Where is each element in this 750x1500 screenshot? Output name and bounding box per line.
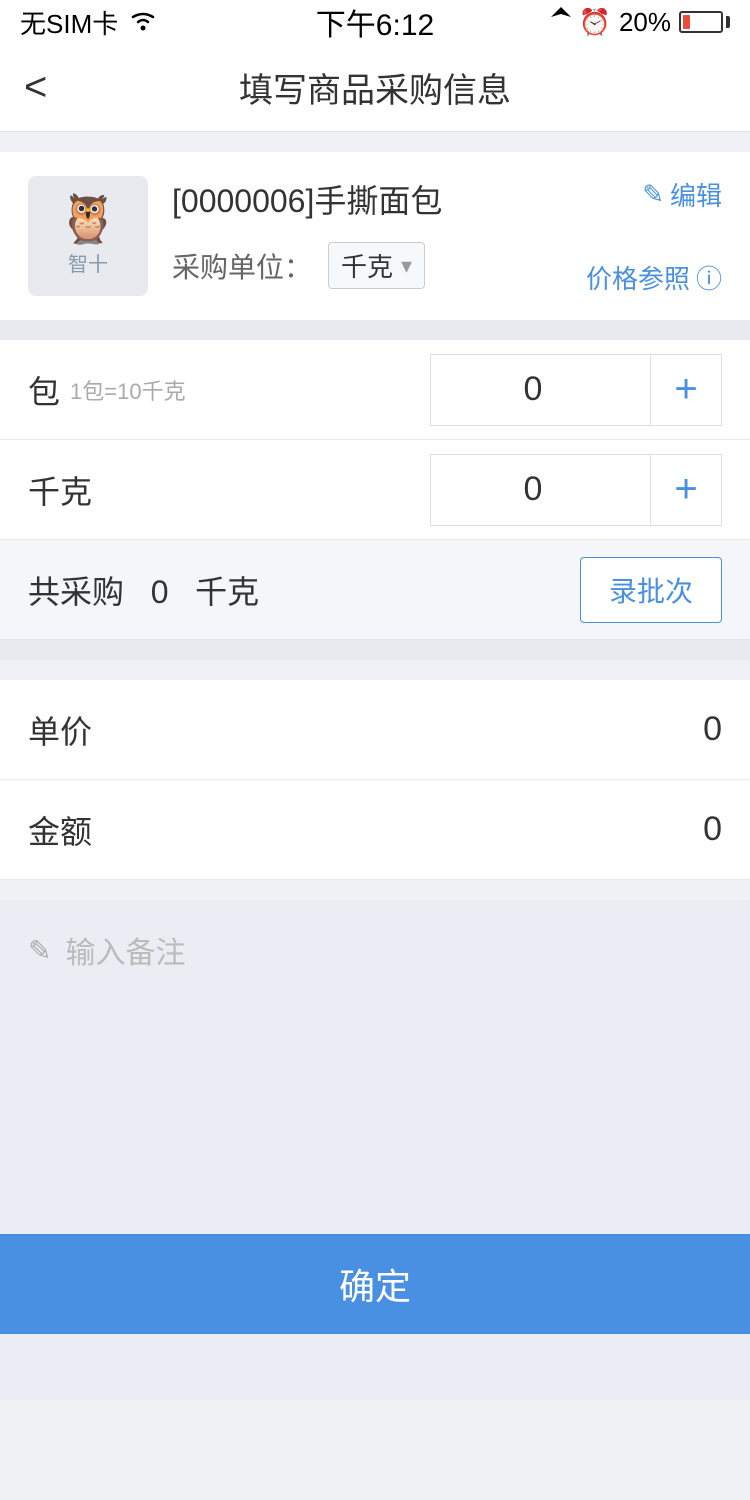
summary-unit: 千克 [195, 574, 259, 610]
input-section: 包 1包=10千克 + 千克 + 共采购 0 千克 录批次 [0, 340, 750, 640]
battery-percent: 20% [619, 7, 671, 38]
record-batch-button[interactable]: 录批次 [580, 557, 722, 623]
kg-input-right: + [430, 454, 722, 526]
bag-sublabel: 1包=10千克 [70, 374, 186, 406]
unit-label: 采购单位： [172, 246, 312, 286]
remarks-inner: ✎ 输入备注 [28, 928, 722, 972]
unit-value: 千克 [341, 247, 393, 284]
bag-input-right: + [430, 354, 722, 426]
remarks-section[interactable]: ✎ 输入备注 [0, 900, 750, 1100]
bag-plus-button[interactable]: + [650, 354, 722, 426]
unit-price-row: 单价 0 [0, 680, 750, 780]
edit-button[interactable]: ✎ 编辑 [642, 176, 722, 213]
status-left: 无SIM卡 [20, 4, 158, 41]
status-bar: 无SIM卡 下午6:12 ⏰ 20% [0, 0, 750, 44]
price-ref-label: 价格参照 [586, 259, 690, 296]
summary-text: 共采购 0 千克 [28, 567, 259, 613]
summary-prefix: 共采购 [28, 574, 124, 610]
remarks-placeholder: 输入备注 [65, 928, 185, 972]
kg-quantity-input[interactable] [430, 454, 650, 526]
alarm-icon: ⏰ [579, 7, 611, 38]
section-divider-2 [0, 640, 750, 660]
summary-row: 共采购 0 千克 录批次 [0, 540, 750, 640]
page-title: 填写商品采购信息 [239, 63, 511, 112]
unit-price-label: 单价 [28, 707, 92, 753]
product-image-owl-icon: 🦉 [58, 196, 118, 244]
question-icon: ⓘ [696, 259, 722, 296]
carrier-label: 无SIM卡 [20, 4, 118, 41]
kg-label: 千克 [28, 467, 92, 513]
price-section: 单价 0 金额 0 [0, 680, 750, 880]
wifi-icon [128, 7, 158, 38]
product-image: 🦉 智十 [28, 176, 148, 296]
edit-label: 编辑 [670, 176, 722, 213]
unit-selector[interactable]: 千克 ▾ [328, 242, 425, 289]
bag-input-row: 包 1包=10千克 + [0, 340, 750, 440]
back-button[interactable]: < [24, 65, 47, 110]
amount-value: 0 [703, 810, 722, 849]
product-name: [0000006]手撕面包 [172, 176, 722, 222]
status-time: 下午6:12 [316, 0, 434, 44]
confirm-button[interactable]: 确定 [0, 1234, 750, 1334]
status-right: ⏰ 20% [551, 7, 730, 38]
kg-input-row: 千克 + [0, 440, 750, 540]
bag-quantity-input[interactable] [430, 354, 650, 426]
chevron-down-icon: ▾ [401, 253, 412, 279]
product-card: 🦉 智十 [0000006]手撕面包 采购单位： 千克 ▾ ✎ 编辑 价格参照 … [0, 152, 750, 320]
nav-bar: < 填写商品采购信息 [0, 44, 750, 132]
battery-icon [679, 11, 730, 33]
edit-icon: ✎ [642, 179, 664, 210]
pencil-icon: ✎ [28, 934, 51, 967]
unit-price-value: 0 [703, 710, 722, 749]
amount-label: 金额 [28, 807, 92, 853]
amount-row: 金额 0 [0, 780, 750, 880]
product-image-label: 智十 [68, 248, 108, 277]
summary-quantity: 0 [151, 574, 169, 610]
section-divider-1 [0, 320, 750, 340]
location-icon [551, 7, 571, 38]
price-ref-button[interactable]: 价格参照 ⓘ [586, 259, 722, 296]
kg-plus-button[interactable]: + [650, 454, 722, 526]
bag-label: 包 [28, 367, 60, 413]
